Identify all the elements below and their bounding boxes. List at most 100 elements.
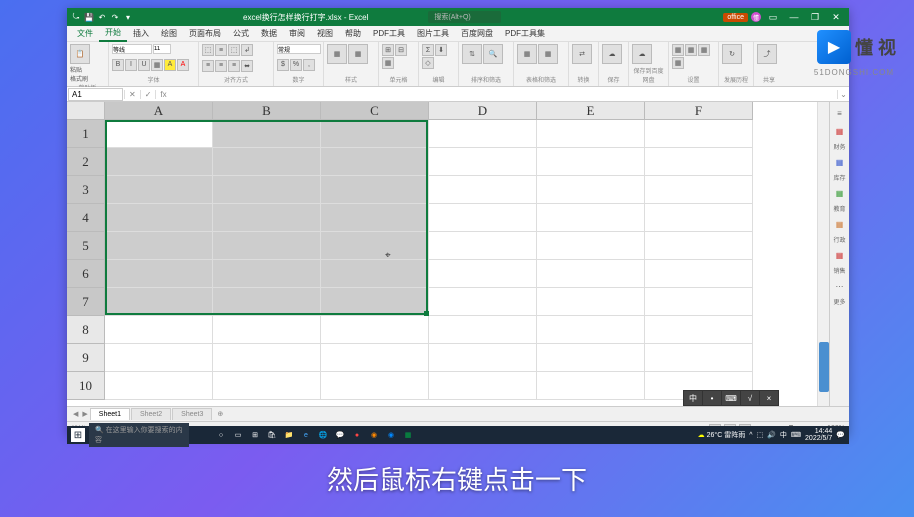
worksheet[interactable]: ABCDEF 12345678910 ⌖ bbox=[67, 102, 829, 406]
tab-data[interactable]: 数据 bbox=[255, 26, 283, 41]
cell-B5[interactable] bbox=[213, 232, 321, 260]
save-cloud-icon[interactable]: ☁ bbox=[602, 44, 622, 64]
table-format-icon[interactable]: ▦ bbox=[348, 44, 368, 64]
cell-C5[interactable] bbox=[321, 232, 429, 260]
tab-help[interactable]: 帮助 bbox=[339, 26, 367, 41]
ime-ok[interactable]: √ bbox=[741, 391, 759, 405]
scroll-thumb[interactable] bbox=[819, 342, 829, 392]
scrollbar-vertical[interactable] bbox=[817, 102, 829, 406]
tray-net-icon[interactable]: ⬚ bbox=[757, 431, 764, 439]
filter-icon[interactable]: ▦ bbox=[538, 44, 558, 64]
s4-icon[interactable]: ▦ bbox=[672, 57, 684, 69]
tray-kbd-icon[interactable]: ⌨ bbox=[791, 431, 801, 439]
border-icon[interactable]: ▦ bbox=[151, 59, 163, 71]
task-browser-icon[interactable]: 🌐 bbox=[316, 428, 330, 442]
row-header-2[interactable]: 2 bbox=[67, 148, 105, 176]
sidebar-inventory-icon[interactable]: ▦ bbox=[833, 155, 847, 169]
sidebar-more-icon[interactable]: ⋯ bbox=[833, 279, 847, 293]
align-top-icon[interactable]: ⬚ bbox=[202, 44, 214, 56]
fx-icon[interactable]: fx bbox=[155, 90, 170, 99]
cell-B3[interactable] bbox=[213, 176, 321, 204]
align-center-icon[interactable]: ≡ bbox=[215, 60, 227, 72]
task-rec-icon[interactable]: ● bbox=[350, 428, 364, 442]
tray-up-icon[interactable]: ^ bbox=[749, 432, 752, 439]
tray-vol-icon[interactable]: 🔊 bbox=[767, 431, 776, 439]
tray-ime[interactable]: 中 bbox=[780, 430, 787, 440]
cell-A6[interactable] bbox=[105, 260, 213, 288]
row-header-5[interactable]: 5 bbox=[67, 232, 105, 260]
cell-C4[interactable] bbox=[321, 204, 429, 232]
cell-E2[interactable] bbox=[537, 148, 645, 176]
cell-F1[interactable] bbox=[645, 120, 753, 148]
cell-A1[interactable] bbox=[105, 120, 213, 148]
align-mid-icon[interactable]: ≡ bbox=[215, 44, 227, 56]
baidu-icon[interactable]: ☁ bbox=[632, 44, 652, 64]
minimize-button[interactable]: — bbox=[785, 12, 803, 22]
row-header-1[interactable]: 1 bbox=[67, 120, 105, 148]
share-icon[interactable]: ⤴ bbox=[757, 44, 777, 64]
cond-format-icon[interactable]: ▦ bbox=[327, 44, 347, 64]
sidebar-edu-icon[interactable]: ▦ bbox=[833, 186, 847, 200]
cell-E8[interactable] bbox=[537, 316, 645, 344]
ime-x[interactable]: × bbox=[760, 391, 778, 405]
cell-A2[interactable] bbox=[105, 148, 213, 176]
row-header-4[interactable]: 4 bbox=[67, 204, 105, 232]
row-header-6[interactable]: 6 bbox=[67, 260, 105, 288]
tab-image[interactable]: 图片工具 bbox=[411, 26, 455, 41]
task-edge-icon[interactable]: e bbox=[299, 428, 313, 442]
comma-icon[interactable]: , bbox=[303, 59, 315, 71]
cell-D9[interactable] bbox=[429, 344, 537, 372]
fill-color-icon[interactable]: A bbox=[164, 59, 176, 71]
cell-C10[interactable] bbox=[321, 372, 429, 400]
cell-E4[interactable] bbox=[537, 204, 645, 232]
s2-icon[interactable]: ▦ bbox=[685, 44, 697, 56]
sheet-nav-prev-icon[interactable]: ◀ bbox=[71, 410, 80, 418]
sidebar-sales-icon[interactable]: ▦ bbox=[833, 248, 847, 262]
cell-B9[interactable] bbox=[213, 344, 321, 372]
taskbar-search[interactable]: 🔍 在这里输入你要搜索的内容 bbox=[89, 423, 189, 447]
sheet-tab-3[interactable]: Sheet3 bbox=[172, 408, 212, 420]
cell-D3[interactable] bbox=[429, 176, 537, 204]
cell-A3[interactable] bbox=[105, 176, 213, 204]
cell-D1[interactable] bbox=[429, 120, 537, 148]
cell-C8[interactable] bbox=[321, 316, 429, 344]
weather-widget[interactable]: ☁ 26°C 雷阵雨 bbox=[698, 430, 746, 440]
cell-E10[interactable] bbox=[537, 372, 645, 400]
cell-D5[interactable] bbox=[429, 232, 537, 260]
cell-C1[interactable] bbox=[321, 120, 429, 148]
cell-D6[interactable] bbox=[429, 260, 537, 288]
currency-icon[interactable]: $ bbox=[277, 59, 289, 71]
cell-F8[interactable] bbox=[645, 316, 753, 344]
tab-pdf[interactable]: PDF工具 bbox=[367, 26, 411, 41]
col-header-A[interactable]: A bbox=[105, 102, 213, 120]
fill-icon[interactable]: ⬇ bbox=[435, 44, 447, 56]
sidebar-close-icon[interactable]: ≡ bbox=[833, 106, 847, 120]
col-header-D[interactable]: D bbox=[429, 102, 537, 120]
cell-A8[interactable] bbox=[105, 316, 213, 344]
cell-B1[interactable] bbox=[213, 120, 321, 148]
maximize-button[interactable]: ❐ bbox=[806, 12, 824, 23]
sidebar-admin-icon[interactable]: ▦ bbox=[833, 217, 847, 231]
sheet-nav-next-icon[interactable]: ▶ bbox=[80, 410, 89, 418]
cell-E1[interactable] bbox=[537, 120, 645, 148]
italic-icon[interactable]: I bbox=[125, 59, 137, 71]
task-excel-icon[interactable]: ▦ bbox=[401, 428, 415, 442]
align-right-icon[interactable]: ≡ bbox=[228, 60, 240, 72]
cancel-icon[interactable]: ✕ bbox=[124, 90, 140, 99]
merge-icon[interactable]: ⬌ bbox=[241, 60, 253, 72]
cell-F2[interactable] bbox=[645, 148, 753, 176]
col-header-B[interactable]: B bbox=[213, 102, 321, 120]
cell-B2[interactable] bbox=[213, 148, 321, 176]
cell-D7[interactable] bbox=[429, 288, 537, 316]
ime-punct[interactable]: • bbox=[703, 391, 721, 405]
name-box[interactable]: A1 bbox=[68, 88, 123, 101]
enter-icon[interactable]: ✓ bbox=[140, 90, 156, 99]
select-all-corner[interactable] bbox=[67, 102, 105, 120]
row-header-9[interactable]: 9 bbox=[67, 344, 105, 372]
cell-D2[interactable] bbox=[429, 148, 537, 176]
clock[interactable]: 14:44 2022/5/7 bbox=[805, 428, 832, 442]
row-header-3[interactable]: 3 bbox=[67, 176, 105, 204]
tab-view[interactable]: 视图 bbox=[311, 26, 339, 41]
cell-F6[interactable] bbox=[645, 260, 753, 288]
cell-E7[interactable] bbox=[537, 288, 645, 316]
